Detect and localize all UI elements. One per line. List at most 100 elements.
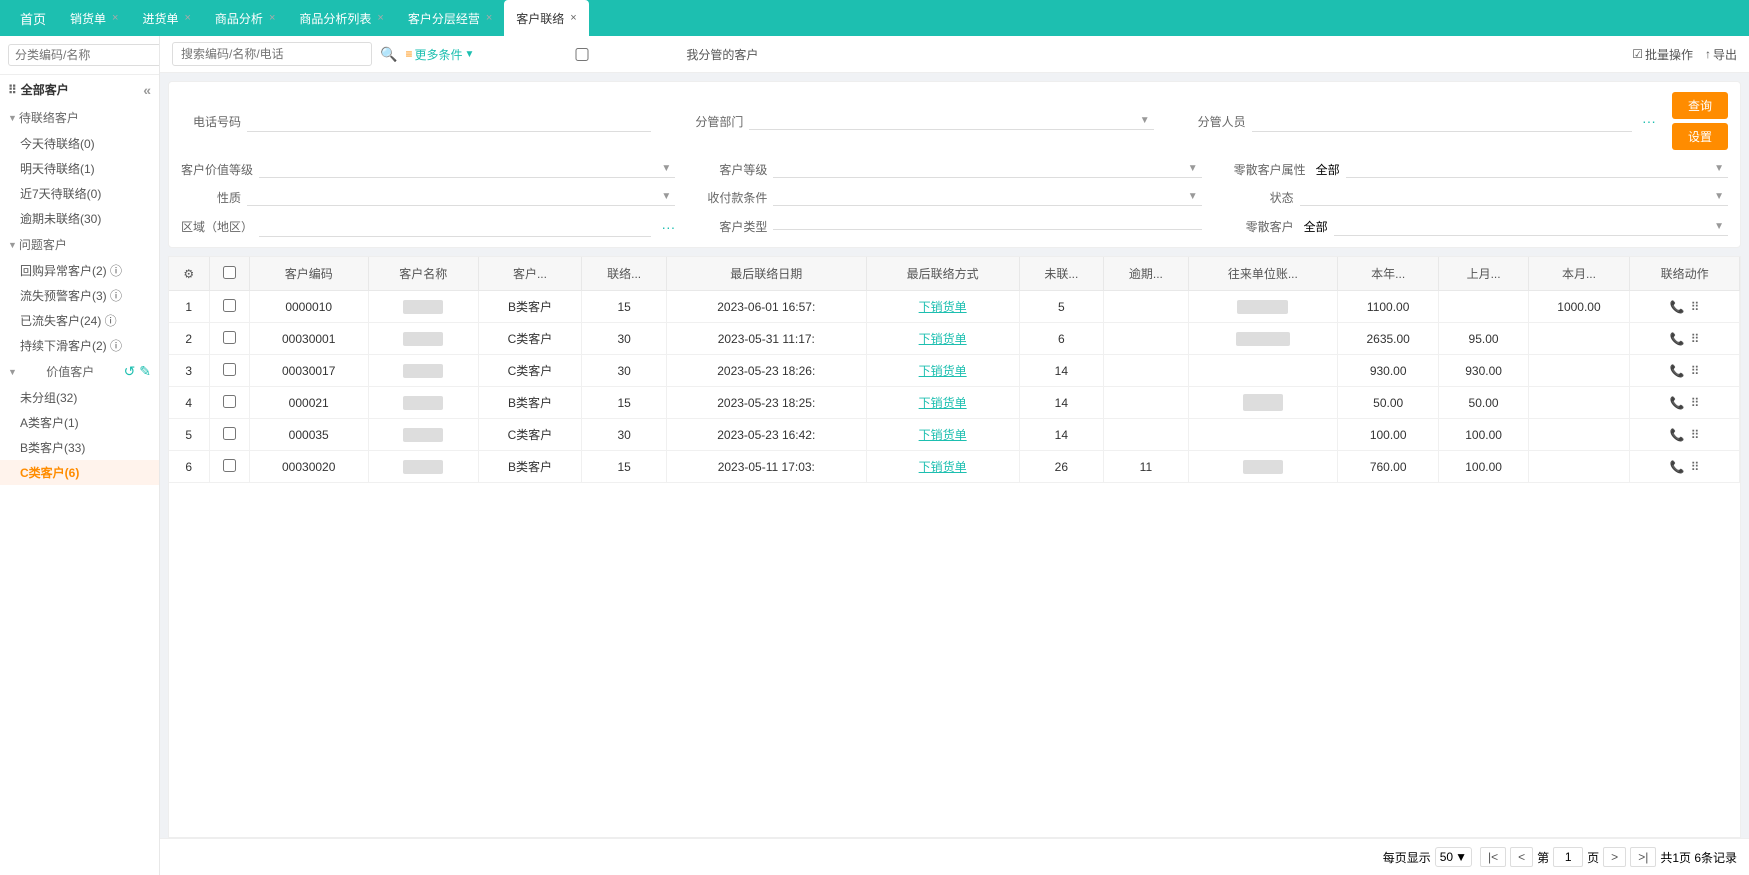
- row-checkbox[interactable]: [223, 299, 236, 312]
- person-more-icon[interactable]: ···: [1642, 113, 1656, 129]
- first-page-btn[interactable]: |<: [1480, 847, 1506, 867]
- retail-attr-select[interactable]: ▼: [1346, 160, 1728, 178]
- table-cell-last-method[interactable]: 下销货单: [866, 323, 1019, 355]
- nav-tab-sales[interactable]: 销货单 ×: [58, 0, 130, 36]
- sidebar-item-declining[interactable]: 持续下滑客户(2) ⓘ: [0, 333, 159, 358]
- action-phone-icon[interactable]: 📞: [1670, 300, 1685, 314]
- select-all-checkbox[interactable]: [223, 266, 236, 279]
- nav-tab-customer-contact[interactable]: 客户联络 ×: [504, 0, 588, 36]
- sidebar-item-b-class[interactable]: B类客户(33): [0, 435, 159, 460]
- phone-input[interactable]: [247, 111, 651, 132]
- table-cell-actions[interactable]: 📞 ⠿: [1630, 419, 1740, 451]
- value-group-icons[interactable]: ↺ ✎: [124, 363, 151, 380]
- table-cell-last-method[interactable]: 下销货单: [866, 387, 1019, 419]
- table-cell-actions[interactable]: 📞 ⠿: [1630, 387, 1740, 419]
- table-cell-checkbox[interactable]: [209, 451, 249, 483]
- table-cell-actions[interactable]: 📞 ⠿: [1630, 451, 1740, 483]
- nav-home[interactable]: 首页: [8, 9, 58, 28]
- col-header-settings[interactable]: ⚙: [169, 257, 209, 291]
- action-more-icon[interactable]: ⠿: [1691, 428, 1700, 442]
- action-phone-icon[interactable]: 📞: [1670, 364, 1685, 378]
- nav-tab-product-analysis[interactable]: 商品分析 ×: [203, 0, 287, 36]
- sidebar-item-7days[interactable]: 近7天待联络(0): [0, 181, 159, 206]
- action-phone-icon[interactable]: 📞: [1670, 332, 1685, 346]
- sidebar-item-abnormal[interactable]: 回购异常客户(2) ⓘ: [0, 258, 159, 283]
- more-conditions-btn[interactable]: ≡ 更多条件 ▼: [405, 46, 474, 63]
- action-more-icon[interactable]: ⠿: [1691, 460, 1700, 474]
- sidebar-item-warning[interactable]: 流失预警客户(3) ⓘ: [0, 283, 159, 308]
- row-checkbox[interactable]: [223, 459, 236, 472]
- my-customers-check[interactable]: [482, 48, 682, 61]
- sidebar-item-tomorrow[interactable]: 明天待联络(1): [0, 156, 159, 181]
- nav-tab-product-list[interactable]: 商品分析列表 ×: [287, 0, 395, 36]
- action-phone-icon[interactable]: 📞: [1670, 460, 1685, 474]
- action-more-icon[interactable]: ⠿: [1691, 396, 1700, 410]
- table-cell-actions[interactable]: 📞 ⠿: [1630, 355, 1740, 387]
- gender-select[interactable]: ▼: [247, 188, 675, 206]
- table-cell-checkbox[interactable]: [209, 291, 249, 323]
- retail-select[interactable]: ▼: [1334, 218, 1728, 236]
- sidebar-item-today[interactable]: 今天待联络(0): [0, 131, 159, 156]
- sidebar-item-lost[interactable]: 已流失客户(24) ⓘ: [0, 308, 159, 333]
- close-customer-contact-tab[interactable]: ×: [570, 12, 576, 24]
- table-cell-last-method[interactable]: 下销货单: [866, 451, 1019, 483]
- nav-tab-customer-tier[interactable]: 客户分层经营 ×: [396, 0, 504, 36]
- action-more-icon[interactable]: ⠿: [1691, 364, 1700, 378]
- settings-button[interactable]: 设置: [1672, 123, 1728, 150]
- query-button[interactable]: 查询: [1672, 92, 1728, 119]
- value-grade-select[interactable]: ▼: [259, 160, 675, 178]
- payment-select[interactable]: ▼: [773, 188, 1201, 206]
- sidebar-search-input[interactable]: [8, 44, 160, 66]
- action-more-icon[interactable]: ⠿: [1691, 300, 1700, 314]
- export-btn[interactable]: ↑ 导出: [1705, 46, 1737, 63]
- row-checkbox[interactable]: [223, 363, 236, 376]
- close-product-list-tab[interactable]: ×: [377, 12, 383, 24]
- table-cell-checkbox[interactable]: [209, 387, 249, 419]
- sidebar-group-value[interactable]: 价值客户 ↺ ✎: [0, 358, 159, 385]
- close-product-analysis-tab[interactable]: ×: [269, 12, 275, 24]
- page-number-input[interactable]: [1553, 847, 1583, 867]
- table-cell-checkbox[interactable]: [209, 355, 249, 387]
- page-size-dropdown[interactable]: 50 ▼: [1435, 847, 1472, 867]
- batch-operation-btn[interactable]: ☑ 批量操作: [1632, 46, 1693, 63]
- table-cell-last-method[interactable]: 下销货单: [866, 419, 1019, 451]
- region-input[interactable]: [259, 216, 651, 237]
- sidebar-group-problem[interactable]: 问题客户: [0, 231, 159, 258]
- search-input[interactable]: [172, 42, 372, 66]
- sidebar-item-a-class[interactable]: A类客户(1): [0, 410, 159, 435]
- status-select[interactable]: ▼: [1300, 188, 1728, 206]
- sidebar-group-pending[interactable]: 待联络客户: [0, 104, 159, 131]
- grade-select[interactable]: ▼: [773, 160, 1201, 178]
- table-cell-last-method[interactable]: 下销货单: [866, 355, 1019, 387]
- action-phone-icon[interactable]: 📞: [1670, 396, 1685, 410]
- table-cell-checkbox[interactable]: [209, 419, 249, 451]
- last-page-btn[interactable]: >|: [1630, 847, 1656, 867]
- row-checkbox[interactable]: [223, 395, 236, 408]
- row-checkbox[interactable]: [223, 331, 236, 344]
- col-header-year: 本年...: [1337, 257, 1438, 291]
- table-cell-last-method[interactable]: 下销货单: [866, 291, 1019, 323]
- my-customers-checkbox[interactable]: 我分管的客户: [482, 46, 758, 63]
- sidebar-item-unclassified[interactable]: 未分组(32): [0, 385, 159, 410]
- next-page-btn[interactable]: >: [1603, 847, 1626, 867]
- close-customer-tier-tab[interactable]: ×: [486, 12, 492, 24]
- dept-select[interactable]: ▼: [749, 112, 1153, 130]
- action-phone-icon[interactable]: 📞: [1670, 428, 1685, 442]
- customer-type-select[interactable]: [773, 223, 1201, 230]
- close-sales-tab[interactable]: ×: [112, 12, 118, 24]
- sidebar-collapse-btn[interactable]: «: [143, 82, 151, 98]
- sidebar-all-customers[interactable]: ⠿ 全部客户 «: [0, 75, 159, 104]
- action-more-icon[interactable]: ⠿: [1691, 332, 1700, 346]
- row-checkbox[interactable]: [223, 427, 236, 440]
- table-cell-checkbox[interactable]: [209, 323, 249, 355]
- nav-tab-purchase[interactable]: 进货单 ×: [130, 0, 202, 36]
- table-cell-actions[interactable]: 📞 ⠿: [1630, 323, 1740, 355]
- sidebar-item-overdue[interactable]: 逾期未联络(30): [0, 206, 159, 231]
- person-input[interactable]: [1252, 111, 1632, 132]
- close-purchase-tab[interactable]: ×: [184, 12, 190, 24]
- search-button-icon[interactable]: 🔍: [380, 46, 397, 63]
- region-more-icon[interactable]: ···: [661, 219, 675, 235]
- table-cell-actions[interactable]: 📞 ⠿: [1630, 291, 1740, 323]
- prev-page-btn[interactable]: <: [1510, 847, 1533, 867]
- sidebar-item-c-class[interactable]: C类客户(6): [0, 460, 159, 485]
